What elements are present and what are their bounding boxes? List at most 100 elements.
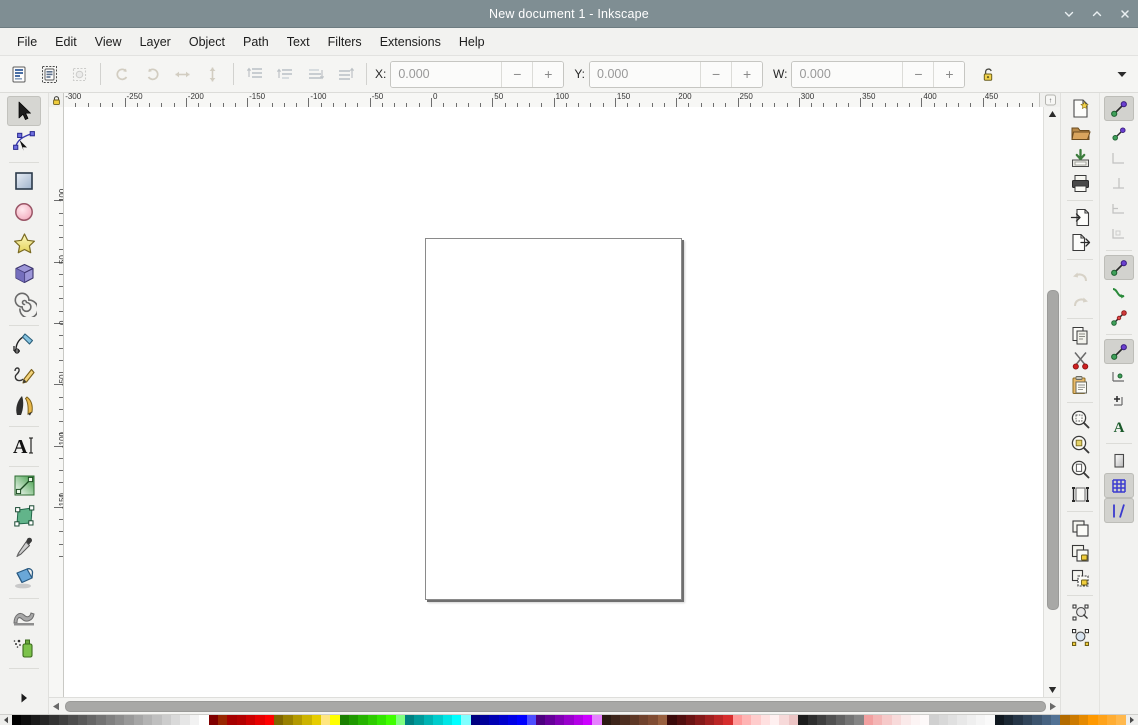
- ungroup-icon[interactable]: [1065, 566, 1095, 591]
- horizontal-scrollbar[interactable]: [49, 697, 1060, 714]
- palette-swatch[interactable]: [274, 715, 284, 725]
- palette-swatch[interactable]: [695, 715, 705, 725]
- palette-swatch[interactable]: [611, 715, 621, 725]
- scroll-up-button[interactable]: [1044, 107, 1060, 121]
- snap-cusp-node-icon[interactable]: [1104, 339, 1134, 364]
- text-tool[interactable]: A: [7, 431, 41, 461]
- palette-swatch[interactable]: [405, 715, 415, 725]
- palette-swatch[interactable]: [311, 715, 321, 725]
- flip-horizontal-icon[interactable]: [169, 61, 195, 87]
- node-tool[interactable]: [7, 127, 41, 157]
- palette-swatch[interactable]: [283, 715, 293, 725]
- palette-swatch[interactable]: [929, 715, 939, 725]
- palette-swatch[interactable]: [1050, 715, 1061, 725]
- cut-icon[interactable]: [1065, 348, 1095, 373]
- palette-swatch[interactable]: [667, 715, 677, 725]
- palette-swatch[interactable]: [788, 715, 799, 725]
- save-document-icon[interactable]: [1065, 146, 1095, 171]
- palette-swatch[interactable]: [358, 715, 368, 725]
- palette-swatch[interactable]: [676, 715, 686, 725]
- star-tool[interactable]: [7, 228, 41, 258]
- zoom-page-icon[interactable]: [1065, 457, 1095, 482]
- palette-swatch[interactable]: [1022, 715, 1033, 725]
- palette-swatch[interactable]: [227, 715, 237, 725]
- palette-swatch[interactable]: [807, 715, 817, 725]
- import-icon[interactable]: [1065, 205, 1095, 230]
- palette-swatch[interactable]: [386, 715, 396, 725]
- paintbucket-tool[interactable]: [7, 563, 41, 593]
- horizontal-scroll-thumb[interactable]: [65, 701, 1046, 712]
- palette-swatch[interactable]: [1004, 715, 1014, 725]
- palette-swatch[interactable]: [844, 715, 855, 725]
- palette-swatch[interactable]: [1060, 715, 1070, 725]
- palette-swatch[interactable]: [947, 715, 958, 725]
- palette-swatch[interactable]: [957, 715, 967, 725]
- palette-swatch[interactable]: [526, 715, 537, 725]
- raise-icon[interactable]: [272, 61, 298, 87]
- snap-enable-icon[interactable]: [1104, 96, 1134, 121]
- print-document-icon[interactable]: [1065, 171, 1095, 196]
- palette-swatch[interactable]: [536, 715, 546, 725]
- palette-swatch[interactable]: [199, 715, 209, 725]
- toolbar-overflow-icon[interactable]: [1114, 56, 1130, 92]
- dropper-tool[interactable]: [7, 532, 41, 562]
- palette-swatch[interactable]: [208, 715, 218, 725]
- snap-bbox-edge-midpoint-icon[interactable]: [1104, 196, 1134, 221]
- group-icon[interactable]: [1065, 541, 1095, 566]
- palette-swatch[interactable]: [395, 715, 406, 725]
- palette-swatch[interactable]: [704, 715, 714, 725]
- object-properties-icon[interactable]: [1065, 600, 1095, 625]
- palette-swatch[interactable]: [826, 715, 836, 725]
- palette-swatch[interactable]: [648, 715, 658, 725]
- menu-file[interactable]: File: [8, 31, 46, 53]
- palette-swatch[interactable]: [601, 715, 611, 725]
- palette-swatch[interactable]: [901, 715, 911, 725]
- select-all-layers-icon[interactable]: [36, 61, 62, 87]
- palette-swatch[interactable]: [68, 715, 78, 725]
- zoom-page-width-icon[interactable]: [1065, 482, 1095, 507]
- horizontal-scroll-track[interactable]: [63, 698, 1046, 714]
- x-field-decrement[interactable]: −: [501, 61, 533, 87]
- menu-extensions[interactable]: Extensions: [371, 31, 450, 53]
- duplicate-icon[interactable]: [1065, 516, 1095, 541]
- palette-swatch[interactable]: [433, 715, 443, 725]
- selector-tool[interactable]: [7, 96, 41, 126]
- snap-bounding-box-icon[interactable]: [1104, 121, 1134, 146]
- tweak-tool[interactable]: [7, 603, 41, 633]
- snap-path-intersection-icon[interactable]: [1104, 305, 1134, 330]
- palette-swatch[interactable]: [152, 715, 162, 725]
- menu-layer[interactable]: Layer: [131, 31, 180, 53]
- vertical-scrollbar[interactable]: [1043, 107, 1060, 697]
- zoom-drawing-icon[interactable]: [1065, 432, 1095, 457]
- palette-swatch[interactable]: [105, 715, 115, 725]
- y-field-value[interactable]: 0.000: [590, 61, 701, 87]
- open-document-icon[interactable]: [1065, 121, 1095, 146]
- document-page[interactable]: [425, 238, 682, 600]
- palette-swatch[interactable]: [592, 715, 602, 725]
- rotate-ccw-90-icon[interactable]: [109, 61, 135, 87]
- vertical-scroll-track[interactable]: [1044, 121, 1060, 683]
- y-field-increment[interactable]: +: [731, 61, 763, 87]
- palette-swatch[interactable]: [367, 715, 378, 725]
- y-field[interactable]: 0.000 − +: [589, 60, 764, 88]
- palette-swatch[interactable]: [442, 715, 452, 725]
- palette-swatch[interactable]: [1107, 715, 1117, 725]
- x-field-increment[interactable]: +: [532, 61, 564, 87]
- palette-swatch[interactable]: [423, 715, 434, 725]
- scroll-left-button[interactable]: [49, 698, 63, 714]
- palette-swatch[interactable]: [798, 715, 808, 725]
- select-all-icon[interactable]: [6, 61, 32, 87]
- w-field-increment[interactable]: +: [933, 61, 965, 87]
- rotate-cw-90-icon[interactable]: [139, 61, 165, 87]
- palette-swatch[interactable]: [770, 715, 780, 725]
- palette-swatch[interactable]: [564, 715, 574, 725]
- undo-icon[interactable]: [1065, 264, 1095, 289]
- palette-swatch[interactable]: [339, 715, 349, 725]
- palette-swatch[interactable]: [264, 715, 275, 725]
- palette-swatch[interactable]: [863, 715, 874, 725]
- paste-icon[interactable]: [1065, 373, 1095, 398]
- palette-swatch[interactable]: [1032, 715, 1042, 725]
- palette-swatch[interactable]: [236, 715, 246, 725]
- palette-swatch[interactable]: [582, 715, 593, 725]
- export-icon[interactable]: [1065, 230, 1095, 255]
